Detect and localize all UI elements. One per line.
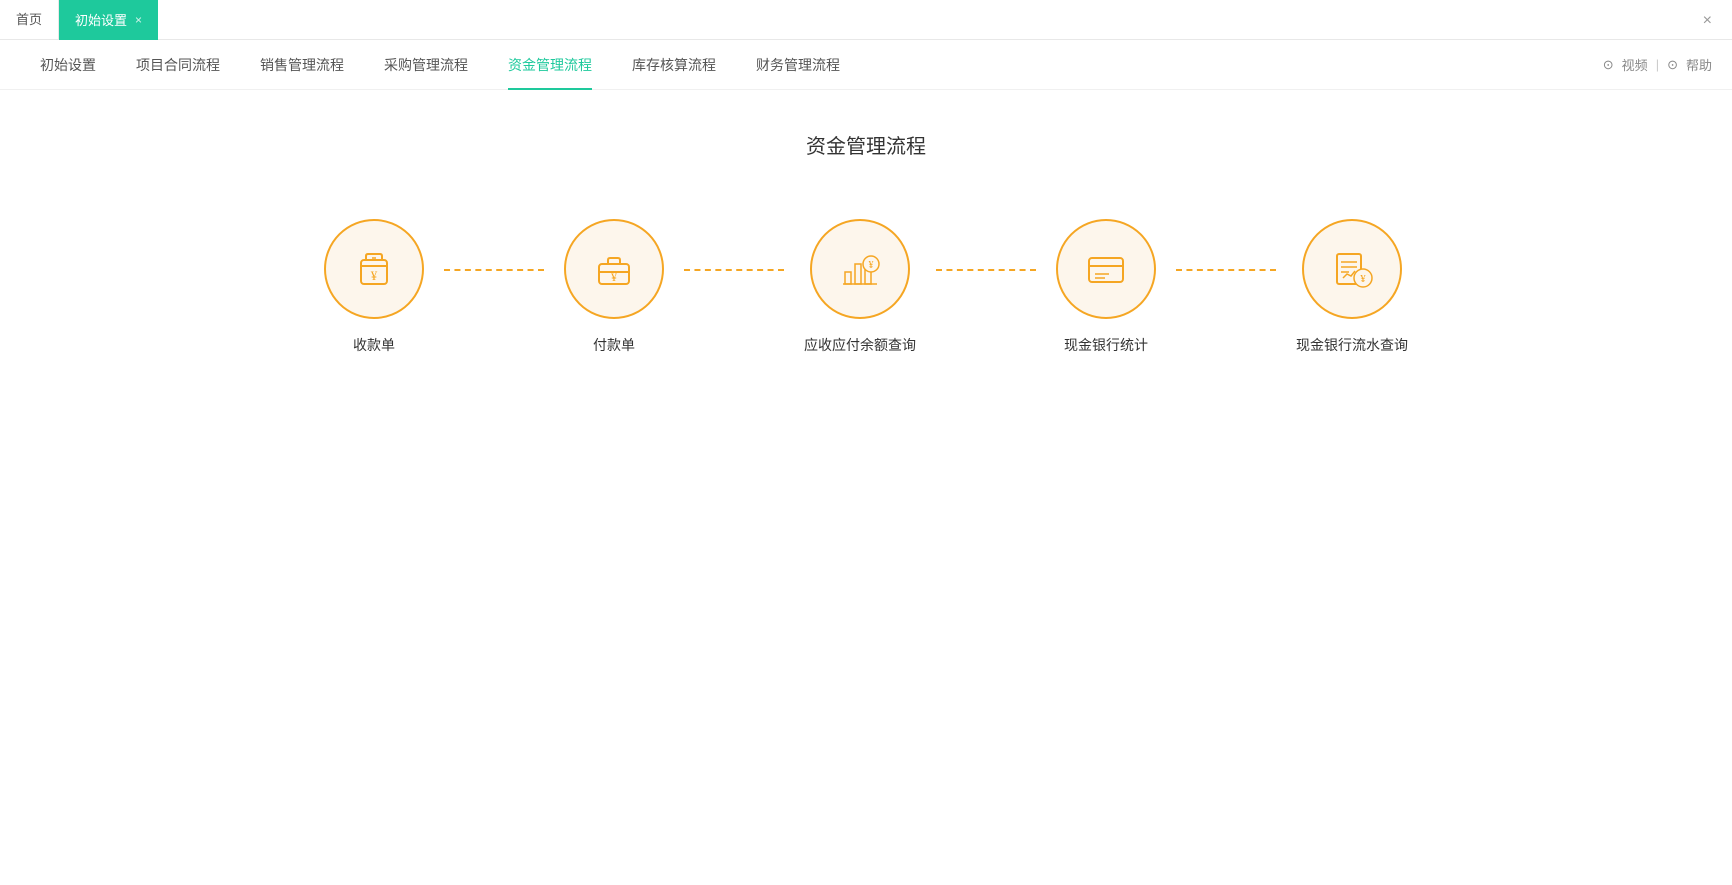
video-link[interactable]: 视频 [1622, 55, 1648, 74]
svg-text:¥: ¥ [869, 260, 874, 271]
svg-text:¥: ¥ [1360, 273, 1366, 285]
flow-item-shou-kuan-dan[interactable]: ¥ 收款单 [324, 219, 424, 355]
nav-item-xiao-shou-guan-li[interactable]: 销售管理流程 [240, 40, 364, 90]
help-link[interactable]: 帮助 [1686, 55, 1712, 74]
flow-label-xian-jin-yin-hang-tong-ji: 现金银行统计 [1064, 335, 1148, 355]
nav-item-chu-shi-she-zhi[interactable]: 初始设置 [20, 40, 116, 90]
page-title: 资金管理流程 [806, 130, 926, 159]
flow-connector-4 [1156, 269, 1296, 305]
svg-text:¥: ¥ [611, 270, 617, 284]
flow-connector-line-4 [1176, 269, 1276, 271]
nav-menu: 初始设置 项目合同流程 销售管理流程 采购管理流程 资金管理流程 库存核算流程 … [0, 40, 1732, 90]
flow-connector-line-3 [936, 269, 1036, 271]
home-tab[interactable]: 首页 [0, 0, 59, 40]
flow-icon-ying-shou-ying-fu: ¥ [810, 219, 910, 319]
flow-label-fu-kuan-dan: 付款单 [593, 335, 635, 355]
flow-connector-line-2 [684, 269, 784, 271]
flow-icon-xian-jin-yin-hang-liu-shui: ¥ [1302, 219, 1402, 319]
main-content: 资金管理流程 ¥ 收款单 [0, 90, 1732, 395]
flow-item-xian-jin-yin-hang-liu-shui[interactable]: ¥ 现金银行流水查询 [1296, 219, 1408, 355]
flow-connector-3 [916, 269, 1056, 305]
flow-item-fu-kuan-dan[interactable]: ¥ 付款单 [564, 219, 664, 355]
flow-icon-xian-jin-yin-hang-tong-ji [1056, 219, 1156, 319]
tab-close-button[interactable]: × [135, 13, 142, 27]
flow-item-ying-shou-ying-fu[interactable]: ¥ 应收应付余额查询 [804, 219, 916, 355]
flow-label-ying-shou-ying-fu: 应收应付余额查询 [804, 335, 916, 355]
nav-item-cai-gou-guan-li[interactable]: 采购管理流程 [364, 40, 488, 90]
nav-item-zi-jin-guan-li[interactable]: 资金管理流程 [488, 40, 612, 90]
window-close-button[interactable]: × [1703, 12, 1712, 30]
flow-item-xian-jin-yin-hang-tong-ji[interactable]: 现金银行统计 [1056, 219, 1156, 355]
flow-connector-1 [424, 269, 564, 305]
nav-right-actions: ⊙ 视频 | ⊙ 帮助 [1603, 55, 1712, 74]
nav-item-xiang-mu-he-tong[interactable]: 项目合同流程 [116, 40, 240, 90]
nav-item-cai-wu-guan-li[interactable]: 财务管理流程 [736, 40, 860, 90]
flow-icon-fu-kuan-dan: ¥ [564, 219, 664, 319]
flow-label-xian-jin-yin-hang-liu-shui: 现金银行流水查询 [1296, 335, 1408, 355]
flow-icon-shou-kuan-dan: ¥ [324, 219, 424, 319]
nav-item-ku-cun-he-suan[interactable]: 库存核算流程 [612, 40, 736, 90]
active-tab[interactable]: 初始设置 × [59, 0, 158, 40]
help-icon: ⊙ [1667, 57, 1678, 73]
svg-text:¥: ¥ [371, 268, 378, 283]
video-icon: ⊙ [1603, 57, 1614, 73]
flow-connector-line-1 [444, 269, 544, 271]
flow-connector-2 [664, 269, 804, 305]
nav-divider: | [1656, 57, 1659, 72]
flow-label-shou-kuan-dan: 收款单 [353, 335, 395, 355]
active-tab-label: 初始设置 [75, 10, 127, 29]
flow-container: ¥ 收款单 ¥ 付款单 [324, 219, 1408, 355]
